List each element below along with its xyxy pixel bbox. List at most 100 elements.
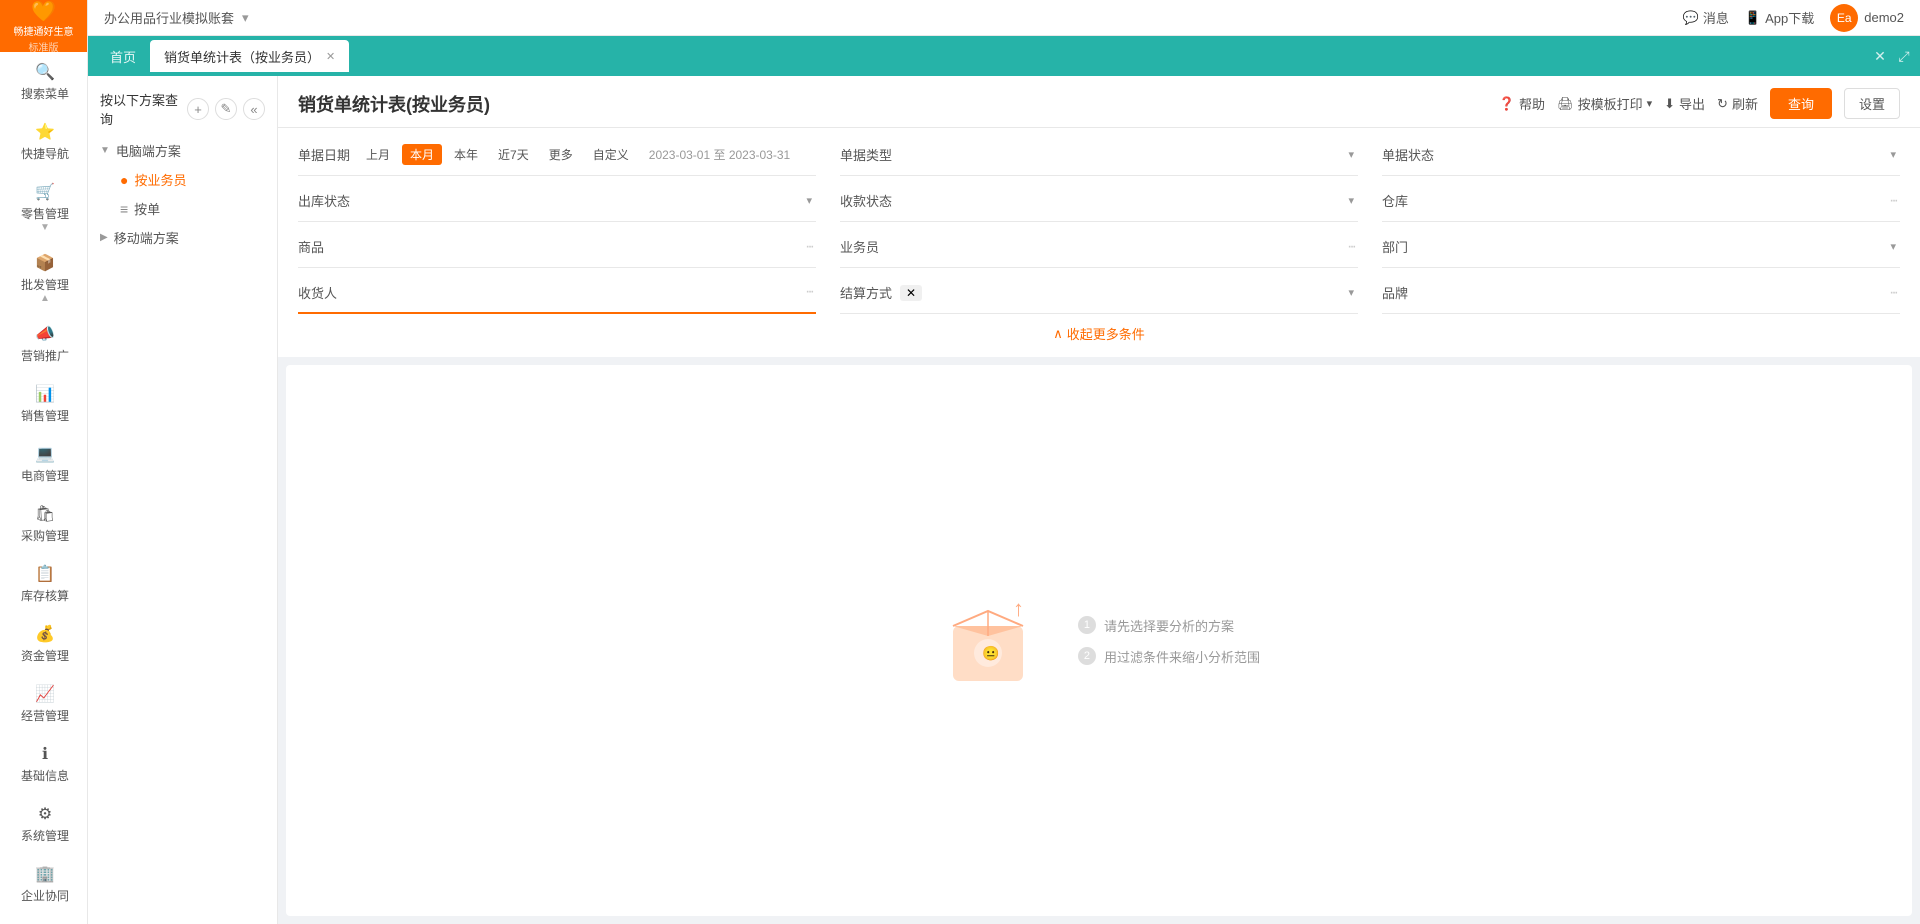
sidebar-item-retail[interactable]: 🛒 零售管理 ▼ [0,172,87,243]
filter-row-2: 出库状态 ▾ 收款状态 ▾ 仓库 ··· [298,186,1900,222]
edit-icon: ✎ [221,101,232,117]
system-icon: ⚙ [38,804,52,824]
tree-item-by-salesperson[interactable]: ● 按业务员 [108,165,277,194]
out-status-filter: 出库状态 ▾ [298,186,816,222]
date-tab-more[interactable]: 更多 [541,144,581,165]
sidebar-item-basic-label: 基础信息 [21,767,69,784]
refresh-btn[interactable]: ↻ 刷新 [1717,94,1758,113]
empty-content: ↑ 😐 1 请先选择要分析的方案 2 [938,591,1260,691]
collapse-row: ∧ 收起更多条件 [298,314,1900,357]
print-btn[interactable]: 🖨 按模板打印 ▾ [1557,94,1652,113]
window-close-btn[interactable]: ✕ [1872,48,1888,64]
salesperson-label: 业务员 [840,237,900,256]
add-scheme-btn[interactable]: + [187,98,209,120]
sidebar-item-ecommerce-label: 电商管理 [21,467,69,484]
user-menu[interactable]: Ea demo2 [1830,4,1904,32]
sidebar-item-search-menu-label: 搜索菜单 [21,85,69,102]
goods-dots-icon: ··· [805,238,812,256]
sidebar-item-marketing[interactable]: 📣 营销推广 [0,314,87,374]
sidebar-item-inventory-label: 库存核算 [21,587,69,604]
payment-value: ✕ [900,285,1358,301]
collapse-btn[interactable]: ∧ 收起更多条件 [1053,318,1145,349]
sales-icon: 📊 [35,384,55,404]
sidebar-item-ecommerce[interactable]: 💻 电商管理 [0,434,87,494]
filter-row-3: 商品 ··· 业务员 ··· 部门 ▾ [298,232,1900,268]
app-download-label: App下载 [1765,8,1814,27]
doc-status-arrow-icon: ▾ [1890,148,1896,161]
date-tab-thisyear[interactable]: 本年 [446,144,486,165]
sidebar: 🧡 畅捷通好生意 标准版 🔍 搜索菜单 ⭐ 快捷导航 🛒 零售管理 ▼ 📦 批发… [0,0,88,924]
out-status-arrow-icon: ▾ [806,194,812,207]
app-download-btn[interactable]: 📱 App下载 [1745,8,1814,27]
user-name: demo2 [1864,10,1904,25]
sidebar-item-inventory[interactable]: 📋 库存核算 [0,554,87,614]
empty-state: ↑ 😐 1 请先选择要分析的方案 2 [286,365,1912,916]
date-tab-lastmonth[interactable]: 上月 [358,144,398,165]
sidebar-item-quick-nav-label: 快捷导航 [21,145,69,162]
download-icon: 📱 [1745,10,1761,26]
step-2-text: 用过滤条件来缩小分析范围 [1104,647,1260,666]
help-btn[interactable]: ❓ 帮助 [1499,94,1545,113]
sidebar-item-sales[interactable]: 📊 销售管理 [0,374,87,434]
dept-label: 部门 [1382,237,1442,256]
query-btn[interactable]: 查询 [1770,88,1832,119]
tree-arrow-mobile: ▶ [100,232,108,243]
sidebar-item-operation[interactable]: 📈 经营管理 [0,674,87,734]
top-header: 办公用品行业模拟账套 ▾ 💬 消息 📱 App下载 Ea demo2 [88,0,1920,36]
date-tab-thismonth[interactable]: 本月 [402,144,442,165]
sidebar-item-enterprise[interactable]: 🏢 企业协同 [0,854,87,914]
avatar: Ea [1830,4,1858,32]
sidebar-item-search-menu[interactable]: 🔍 搜索菜单 [0,52,87,112]
help-label: 帮助 [1519,94,1545,113]
tree-item-by-order[interactable]: ≡ 按单 [108,194,277,223]
window-maximize-btn[interactable]: ⤢ [1896,48,1912,64]
sidebar-item-wholesale[interactable]: 📦 批发管理 ▲ [0,243,87,314]
salesperson-dots-icon: ··· [1347,238,1354,256]
finance-icon: 💰 [35,624,55,644]
dept-arrow-icon: ▾ [1890,240,1896,253]
sidebar-item-finance[interactable]: 💰 资金管理 [0,614,87,674]
date-tab-custom[interactable]: 自定义 [585,144,637,165]
doc-status-label: 单据状态 [1382,145,1442,164]
sidebar-item-purchase[interactable]: 🛍 采购管理 [0,494,87,554]
logo-text: 畅捷通好生意 [14,26,74,39]
sidebar-item-newuser[interactable]: 🌟 新手引导 [0,914,87,924]
edit-scheme-btn[interactable]: ✎ [215,98,237,120]
panel-title: 按以下方案查询 [100,90,187,128]
sidebar-item-basic[interactable]: ℹ 基础信息 [0,734,87,794]
wholesale-icon: 📦 [35,253,55,273]
collect-status-arrow-icon: ▾ [1348,194,1354,207]
tab-home[interactable]: 首页 [96,40,150,72]
tab-sales-stat-label: 销货单统计表（按业务员） [164,47,320,66]
avatar-text: Ea [1837,11,1852,25]
message-btn[interactable]: 💬 消息 [1683,8,1729,27]
message-icon: 💬 [1683,10,1699,26]
tree-group-desktop[interactable]: ▼ 电脑端方案 [88,136,277,165]
account-name: 办公用品行业模拟账套 [104,8,234,27]
header-left: 办公用品行业模拟账套 ▾ [104,8,249,27]
date-controls: 上月 本月 本年 近7天 更多 自定义 2023-03-01 至 2023-03… [358,144,816,165]
payment-label: 结算方式 [840,283,900,302]
brand-label: 品牌 [1382,283,1442,302]
consignee-filter: 收货人 ··· [298,278,816,314]
settings-btn[interactable]: 设置 [1844,88,1900,119]
payment-tag-x-btn[interactable]: ✕ [906,286,916,300]
consignee-label: 收货人 [298,283,358,302]
collapse-panel-icon: « [250,102,257,117]
export-label: 导出 [1679,94,1705,113]
tab-sales-stat[interactable]: 销货单统计表（按业务员） ✕ [150,40,349,72]
consignee-dots-icon: ··· [805,283,812,301]
tree-group-desktop-label: 电脑端方案 [116,141,181,160]
sidebar-item-quick-nav[interactable]: ⭐ 快捷导航 [0,112,87,172]
empty-step-1: 1 请先选择要分析的方案 [1078,616,1260,635]
export-btn[interactable]: ⬇ 导出 [1664,94,1705,113]
by-salesperson-icon: ● [120,172,128,188]
tab-close-btn[interactable]: ✕ [326,50,335,63]
enterprise-icon: 🏢 [35,864,55,884]
page-actions: ❓ 帮助 🖨 按模板打印 ▾ ⬇ 导出 ↻ 刷新 [1499,88,1900,119]
by-order-icon: ≡ [120,201,128,217]
sidebar-item-system[interactable]: ⚙ 系统管理 [0,794,87,854]
collapse-panel-btn[interactable]: « [243,98,265,120]
tree-group-mobile[interactable]: ▶ 移动端方案 [88,223,277,252]
date-tab-7days[interactable]: 近7天 [490,144,537,165]
